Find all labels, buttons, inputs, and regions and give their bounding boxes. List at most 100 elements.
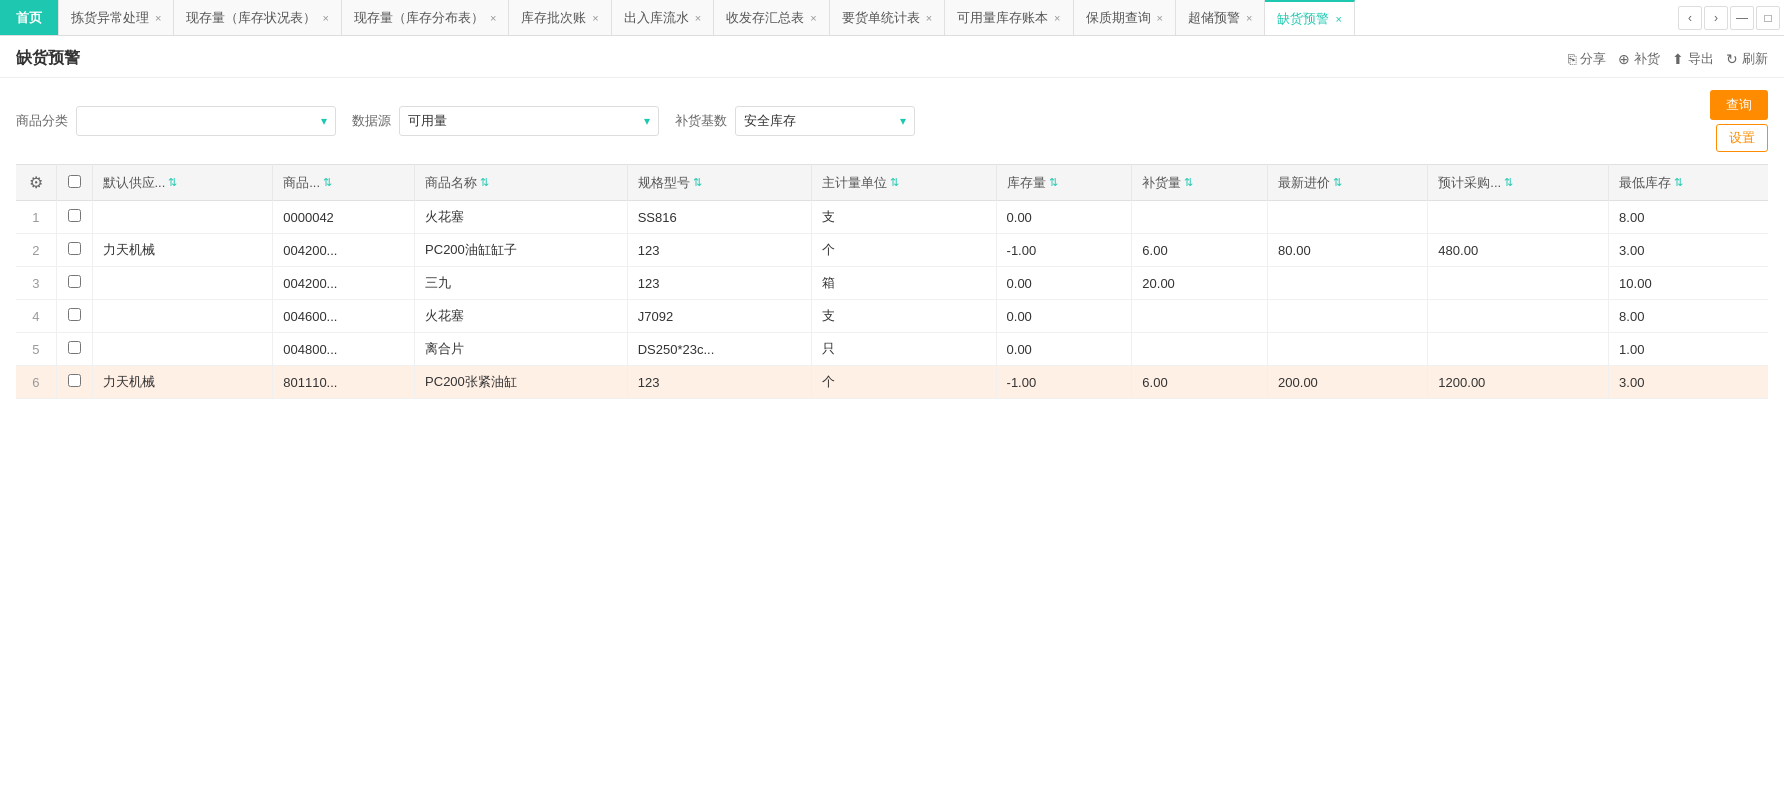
replenish-base-select[interactable]: 安全库存 ▾ (735, 106, 915, 136)
cell-unit: 箱 (811, 267, 996, 300)
cell-est-purchase (1428, 333, 1609, 366)
row-checkbox[interactable] (68, 341, 81, 354)
settings-button[interactable]: 设置 (1716, 124, 1768, 152)
close-icon[interactable]: × (1246, 12, 1252, 24)
close-icon[interactable]: × (695, 12, 701, 24)
tab-ex-handling[interactable]: 拣货异常处理 × (59, 0, 174, 35)
col-product-code-label: 商品... (283, 174, 320, 192)
datasource-label: 数据源 (352, 112, 391, 130)
page-content: 缺货预警 ⎘ 分享 ⊕ 补货 ⬆ 导出 ↻ 刷新 商品分类 (0, 36, 1784, 796)
close-icon[interactable]: × (155, 12, 161, 24)
th-est-purchase[interactable]: 预计采购... ⇅ (1428, 165, 1609, 201)
th-stock[interactable]: 库存量 ⇅ (996, 165, 1132, 201)
cell-est-purchase (1428, 300, 1609, 333)
th-product-code[interactable]: 商品... ⇅ (273, 165, 415, 201)
row-checkbox[interactable] (68, 308, 81, 321)
tab-inout-flow[interactable]: 出入库流水 × (612, 0, 714, 35)
close-icon[interactable]: × (810, 12, 816, 24)
cell-est-purchase (1428, 201, 1609, 234)
sort-icon: ⇅ (1184, 176, 1193, 189)
row-checkbox-cell[interactable] (56, 366, 92, 399)
cell-min-stock: 3.00 (1609, 366, 1768, 399)
query-button[interactable]: 查询 (1710, 90, 1768, 120)
th-settings[interactable]: ⚙ (16, 165, 56, 201)
page-title: 缺货预警 (16, 48, 80, 69)
tab-batch-account[interactable]: 库存批次账 × (509, 0, 611, 35)
cell-product-code: 004200... (273, 234, 415, 267)
export-button[interactable]: ⬆ 导出 (1672, 50, 1714, 68)
tab-nav-next[interactable]: › (1704, 6, 1728, 30)
export-icon: ⬆ (1672, 51, 1684, 67)
row-checkbox-cell[interactable] (56, 300, 92, 333)
replenish-button[interactable]: ⊕ 补货 (1618, 50, 1660, 68)
th-replenish-qty[interactable]: 补货量 ⇅ (1132, 165, 1268, 201)
tab-nav-prev[interactable]: ‹ (1678, 6, 1702, 30)
sort-icon: ⇅ (168, 176, 177, 189)
cell-default-supplier (92, 201, 273, 234)
cell-unit: 个 (811, 366, 996, 399)
refresh-button[interactable]: ↻ 刷新 (1726, 50, 1768, 68)
th-spec[interactable]: 规格型号 ⇅ (627, 165, 811, 201)
tab-home[interactable]: 首页 (0, 0, 59, 35)
tab-inventory-status[interactable]: 现存量（库存状况表） × (174, 0, 341, 35)
tab-req-stats[interactable]: 要货单统计表 × (830, 0, 945, 35)
close-icon[interactable]: × (926, 12, 932, 24)
close-icon[interactable]: × (1157, 12, 1163, 24)
close-icon[interactable]: × (1054, 12, 1060, 24)
table-row: 6 力天机械 801110... PC200张紧油缸 123 个 -1.00 6… (16, 366, 1768, 399)
tab-avail-ledger[interactable]: 可用量库存账本 × (945, 0, 1073, 35)
tab-label: 收发存汇总表 (726, 9, 804, 27)
category-select[interactable]: ▾ (76, 106, 336, 136)
replenish-base-value: 安全库存 (744, 112, 796, 130)
cell-stock: -1.00 (996, 366, 1132, 399)
tab-nav-controls: ‹ › — □ (1674, 6, 1784, 30)
tab-home-label: 首页 (16, 9, 42, 27)
row-checkbox[interactable] (68, 242, 81, 255)
chevron-down-icon: ▾ (321, 114, 327, 128)
row-checkbox-cell[interactable] (56, 267, 92, 300)
cell-unit: 支 (811, 300, 996, 333)
category-label: 商品分类 (16, 112, 68, 130)
cell-min-stock: 8.00 (1609, 300, 1768, 333)
cell-default-supplier: 力天机械 (92, 366, 273, 399)
settings-gear-icon[interactable]: ⚙ (29, 174, 43, 191)
select-all-checkbox[interactable] (68, 175, 81, 188)
cell-replenish-qty: 6.00 (1132, 366, 1268, 399)
cell-product-code: 004200... (273, 267, 415, 300)
th-default-supplier[interactable]: 默认供应... ⇅ (92, 165, 273, 201)
cell-latest-price (1268, 333, 1428, 366)
row-checkbox[interactable] (68, 374, 81, 387)
replenish-icon: ⊕ (1618, 51, 1630, 67)
tab-maximize-icon[interactable]: □ (1756, 6, 1780, 30)
th-latest-price[interactable]: 最新进价 ⇅ (1268, 165, 1428, 201)
tab-label: 超储预警 (1188, 9, 1240, 27)
close-icon[interactable]: × (322, 12, 328, 24)
cell-min-stock: 8.00 (1609, 201, 1768, 234)
tab-minimize-icon[interactable]: — (1730, 6, 1754, 30)
row-checkbox-cell[interactable] (56, 201, 92, 234)
row-checkbox[interactable] (68, 209, 81, 222)
tab-recv-summary[interactable]: 收发存汇总表 × (714, 0, 829, 35)
datasource-select[interactable]: 可用量 ▾ (399, 106, 659, 136)
tab-expiry-query[interactable]: 保质期查询 × (1074, 0, 1176, 35)
row-checkbox-cell[interactable] (56, 333, 92, 366)
cell-est-purchase: 480.00 (1428, 234, 1609, 267)
th-product-name[interactable]: 商品名称 ⇅ (415, 165, 628, 201)
row-checkbox[interactable] (68, 275, 81, 288)
close-icon[interactable]: × (490, 12, 496, 24)
th-unit[interactable]: 主计量单位 ⇅ (811, 165, 996, 201)
th-checkbox[interactable] (56, 165, 92, 201)
cell-product-name: PC200油缸缸子 (415, 234, 628, 267)
close-icon[interactable]: × (1335, 13, 1341, 25)
tab-overstock[interactable]: 超储预警 × (1176, 0, 1265, 35)
close-icon[interactable]: × (592, 12, 598, 24)
tab-label: 现存量（库存分布表） (354, 9, 484, 27)
th-min-stock[interactable]: 最低库存 ⇅ (1609, 165, 1768, 201)
sort-icon: ⇅ (480, 176, 489, 189)
row-num: 1 (16, 201, 56, 234)
row-checkbox-cell[interactable] (56, 234, 92, 267)
share-button[interactable]: ⎘ 分享 (1568, 50, 1606, 68)
tab-inventory-dist[interactable]: 现存量（库存分布表） × (342, 0, 509, 35)
tab-shortage[interactable]: 缺货预警 × (1265, 0, 1354, 35)
table-row: 3 004200... 三九 123 箱 0.00 20.00 10.00 (16, 267, 1768, 300)
